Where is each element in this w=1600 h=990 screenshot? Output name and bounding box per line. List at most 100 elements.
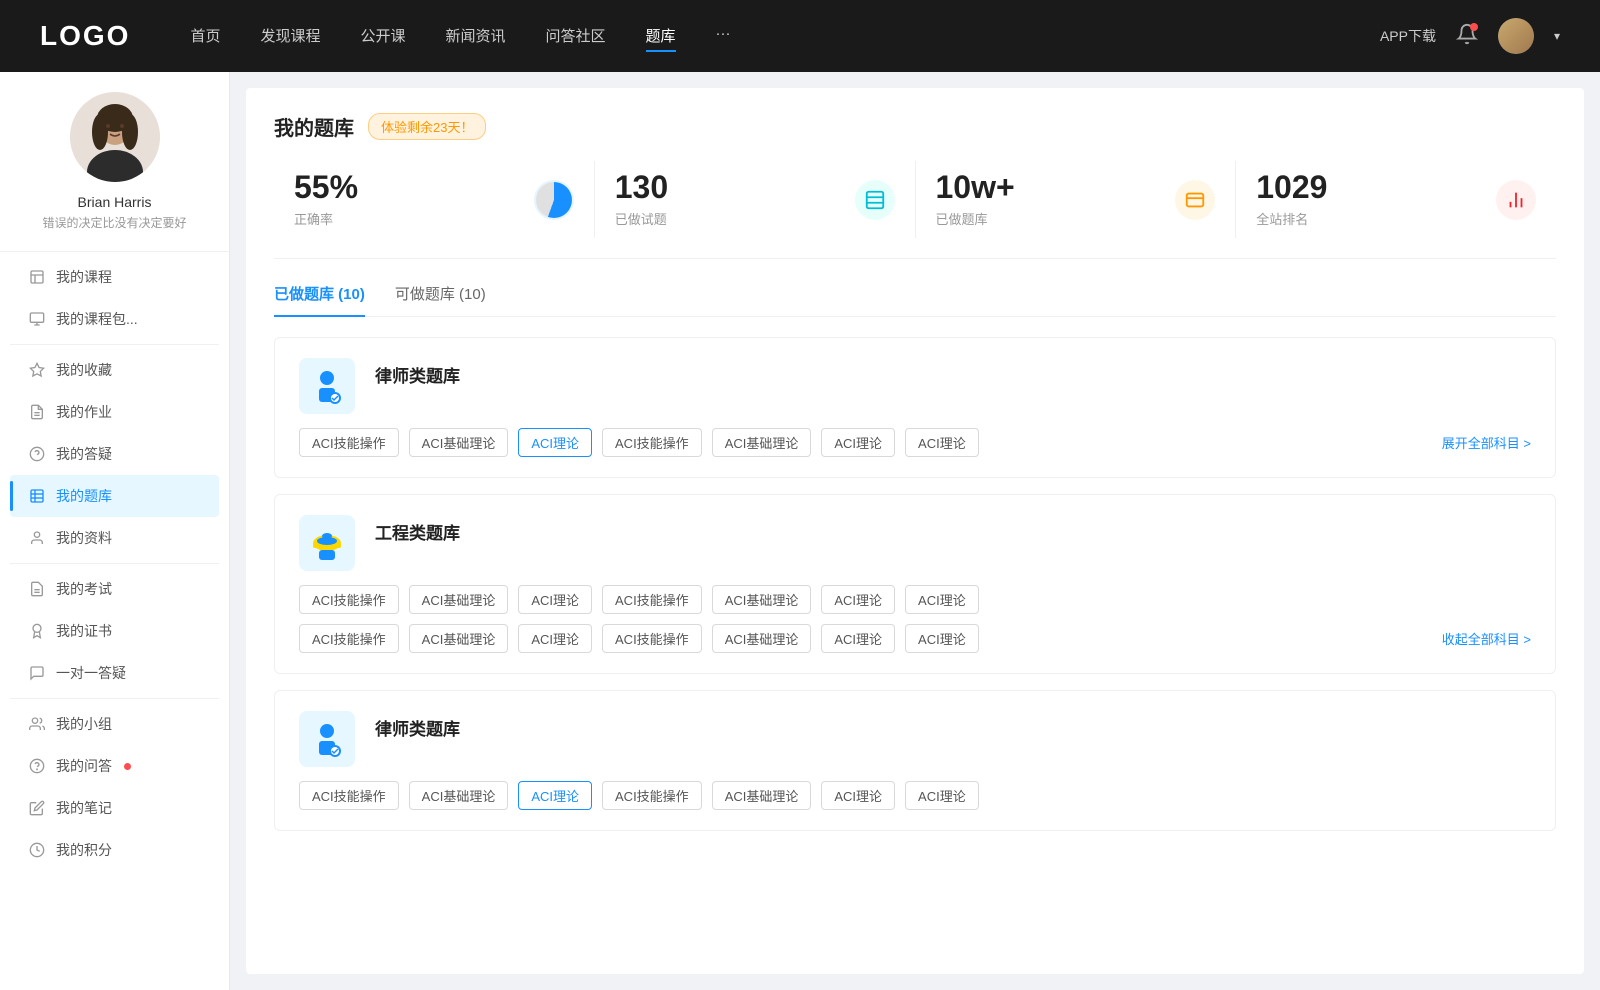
- tag-3-5[interactable]: ACI理论: [821, 781, 895, 810]
- sidebar-item-courses[interactable]: 我的课程: [10, 256, 219, 298]
- tag-1-3[interactable]: ACI技能操作: [602, 428, 702, 457]
- tag-3-2[interactable]: ACI理论: [518, 781, 592, 810]
- sidebar-divider-4: [10, 698, 219, 699]
- stat-rank-value: 1029: [1256, 171, 1482, 203]
- sidebar-label-groups: 我的小组: [56, 714, 112, 734]
- sidebar-item-notes[interactable]: 我的笔记: [10, 787, 219, 829]
- tag-2-1-5[interactable]: ACI理论: [821, 624, 895, 653]
- nav-opencourse[interactable]: 公开课: [360, 21, 405, 52]
- engineer-icon: [299, 515, 355, 571]
- groups-icon: [28, 715, 46, 733]
- tabs: 已做题库 (10) 可做题库 (10): [274, 283, 1556, 317]
- nav-more[interactable]: ···: [716, 21, 731, 52]
- courses-icon: [28, 268, 46, 286]
- sidebar-item-questions[interactable]: 我的答疑: [10, 433, 219, 475]
- stat-banks-label: 已做题库: [936, 209, 1162, 228]
- nav-discover[interactable]: 发现课程: [260, 21, 320, 52]
- stat-accuracy: 55% 正确率: [274, 161, 595, 238]
- sidebar-label-exams: 我的考试: [56, 579, 112, 599]
- stat-banks: 10w+ 已做题库: [916, 161, 1237, 238]
- pie-chart: [536, 182, 572, 218]
- sidebar-item-qbank[interactable]: 我的题库: [10, 475, 219, 517]
- sidebar-item-certificates[interactable]: 我的证书: [10, 610, 219, 652]
- sidebar-menu: 我的课程 我的课程包... 我的收藏: [0, 256, 229, 871]
- tag-2-0-3[interactable]: ACI技能操作: [602, 585, 702, 614]
- tag-2-1-0[interactable]: ACI技能操作: [299, 624, 399, 653]
- qbank-name-2: 工程类题库: [375, 515, 460, 544]
- sidebar-item-1on1[interactable]: 一对一答疑: [10, 652, 219, 694]
- tag-2-1-2[interactable]: ACI理论: [518, 624, 592, 653]
- stats-row: 55% 正确率 130 已做试题 10w+: [274, 161, 1556, 259]
- tag-2-0-4[interactable]: ACI基础理论: [712, 585, 812, 614]
- main-content: 我的题库 体验剩余23天！ 55% 正确率 130 已做试题: [246, 88, 1584, 974]
- tag-2-0-5[interactable]: ACI理论: [821, 585, 895, 614]
- qbank-name-3: 律师类题库: [375, 711, 460, 740]
- sidebar-item-favorites[interactable]: 我的收藏: [10, 349, 219, 391]
- stat-banks-text: 10w+ 已做题库: [936, 171, 1162, 228]
- top-nav: LOGO 首页 发现课程 公开课 新闻资讯 问答社区 题库 ··· APP下载 …: [0, 0, 1600, 72]
- sidebar-item-packages[interactable]: 我的课程包...: [10, 298, 219, 340]
- myqa-icon: [28, 757, 46, 775]
- logo[interactable]: LOGO: [40, 20, 130, 52]
- nav-news[interactable]: 新闻资讯: [446, 21, 506, 52]
- tag-3-3[interactable]: ACI技能操作: [602, 781, 702, 810]
- tag-2-0-1[interactable]: ACI基础理论: [409, 585, 509, 614]
- tag-3-4[interactable]: ACI基础理论: [712, 781, 812, 810]
- tag-2-0-2[interactable]: ACI理论: [518, 585, 592, 614]
- certificates-icon: [28, 622, 46, 640]
- sidebar-item-homework[interactable]: 我的作业: [10, 391, 219, 433]
- tag-3-6[interactable]: ACI理论: [905, 781, 979, 810]
- qbank-card-engineer: 工程类题库 ACI技能操作 ACI基础理论 ACI理论 ACI技能操作 ACI基…: [274, 494, 1556, 674]
- 1on1-icon: [28, 664, 46, 682]
- bell-notification-dot: [1470, 23, 1478, 31]
- tab-available[interactable]: 可做题库 (10): [395, 283, 486, 316]
- tag-1-2[interactable]: ACI理论: [518, 428, 592, 457]
- points-icon: [28, 841, 46, 859]
- tag-3-1[interactable]: ACI基础理论: [409, 781, 509, 810]
- sidebar-label-myqa: 我的问答: [56, 756, 112, 776]
- collapse-link[interactable]: 收起全部科目 >: [1442, 629, 1531, 648]
- qa-notification-dot: [124, 763, 131, 770]
- app-download-link[interactable]: APP下载: [1380, 26, 1436, 46]
- avatar[interactable]: [1498, 18, 1534, 54]
- avatar-dropdown-chevron[interactable]: ▾: [1554, 29, 1560, 43]
- stat-questions-label: 已做试题: [615, 209, 841, 228]
- tag-2-0-6[interactable]: ACI理论: [905, 585, 979, 614]
- stat-questions-text: 130 已做试题: [615, 171, 841, 228]
- page-title: 我的题库: [274, 112, 354, 141]
- stat-banks-icon: [1175, 180, 1215, 220]
- qbank-name-label-1: 律师类题库: [375, 358, 460, 387]
- nav-qbank[interactable]: 题库: [646, 21, 676, 52]
- qbank-card-lawyer-1: 律师类题库 ACI技能操作 ACI基础理论 ACI理论 ACI技能操作 ACI基…: [274, 337, 1556, 478]
- nav-qa[interactable]: 问答社区: [546, 21, 606, 52]
- tab-done[interactable]: 已做题库 (10): [274, 283, 365, 316]
- nav-home[interactable]: 首页: [190, 21, 220, 52]
- sidebar-item-groups[interactable]: 我的小组: [10, 703, 219, 745]
- expand-link-1[interactable]: 展开全部科目 >: [1442, 433, 1531, 452]
- tag-2-1-4[interactable]: ACI基础理论: [712, 624, 812, 653]
- tag-2-1-6[interactable]: ACI理论: [905, 624, 979, 653]
- stat-accuracy-label: 正确率: [294, 209, 520, 228]
- notification-bell[interactable]: [1456, 23, 1478, 50]
- tag-1-4[interactable]: ACI基础理论: [712, 428, 812, 457]
- stat-rank-icon: [1496, 180, 1536, 220]
- sidebar-divider-3: [10, 563, 219, 564]
- tags-left-2: ACI技能操作 ACI基础理论 ACI理论 ACI技能操作 ACI基础理论 AC…: [299, 624, 1442, 653]
- sidebar-label-profile: 我的资料: [56, 528, 112, 548]
- qbank-card-lawyer-2: 律师类题库 ACI技能操作 ACI基础理论 ACI理论 ACI技能操作 ACI基…: [274, 690, 1556, 831]
- tag-2-0-0[interactable]: ACI技能操作: [299, 585, 399, 614]
- sidebar-label-favorites: 我的收藏: [56, 360, 112, 380]
- qbank-tags-row1: ACI技能操作 ACI基础理论 ACI理论 ACI技能操作 ACI基础理论 AC…: [299, 585, 1531, 614]
- tag-2-1-1[interactable]: ACI基础理论: [409, 624, 509, 653]
- tag-3-0[interactable]: ACI技能操作: [299, 781, 399, 810]
- tag-2-1-3[interactable]: ACI技能操作: [602, 624, 702, 653]
- tag-1-5[interactable]: ACI理论: [821, 428, 895, 457]
- sidebar-item-myqa[interactable]: 我的问答: [10, 745, 219, 787]
- tag-1-0[interactable]: ACI技能操作: [299, 428, 399, 457]
- tag-1-6[interactable]: ACI理论: [905, 428, 979, 457]
- qbank-name-label-2: 工程类题库: [375, 515, 460, 544]
- sidebar-item-points[interactable]: 我的积分: [10, 829, 219, 871]
- tag-1-1[interactable]: ACI基础理论: [409, 428, 509, 457]
- sidebar-item-profile[interactable]: 我的资料: [10, 517, 219, 559]
- sidebar-item-exams[interactable]: 我的考试: [10, 568, 219, 610]
